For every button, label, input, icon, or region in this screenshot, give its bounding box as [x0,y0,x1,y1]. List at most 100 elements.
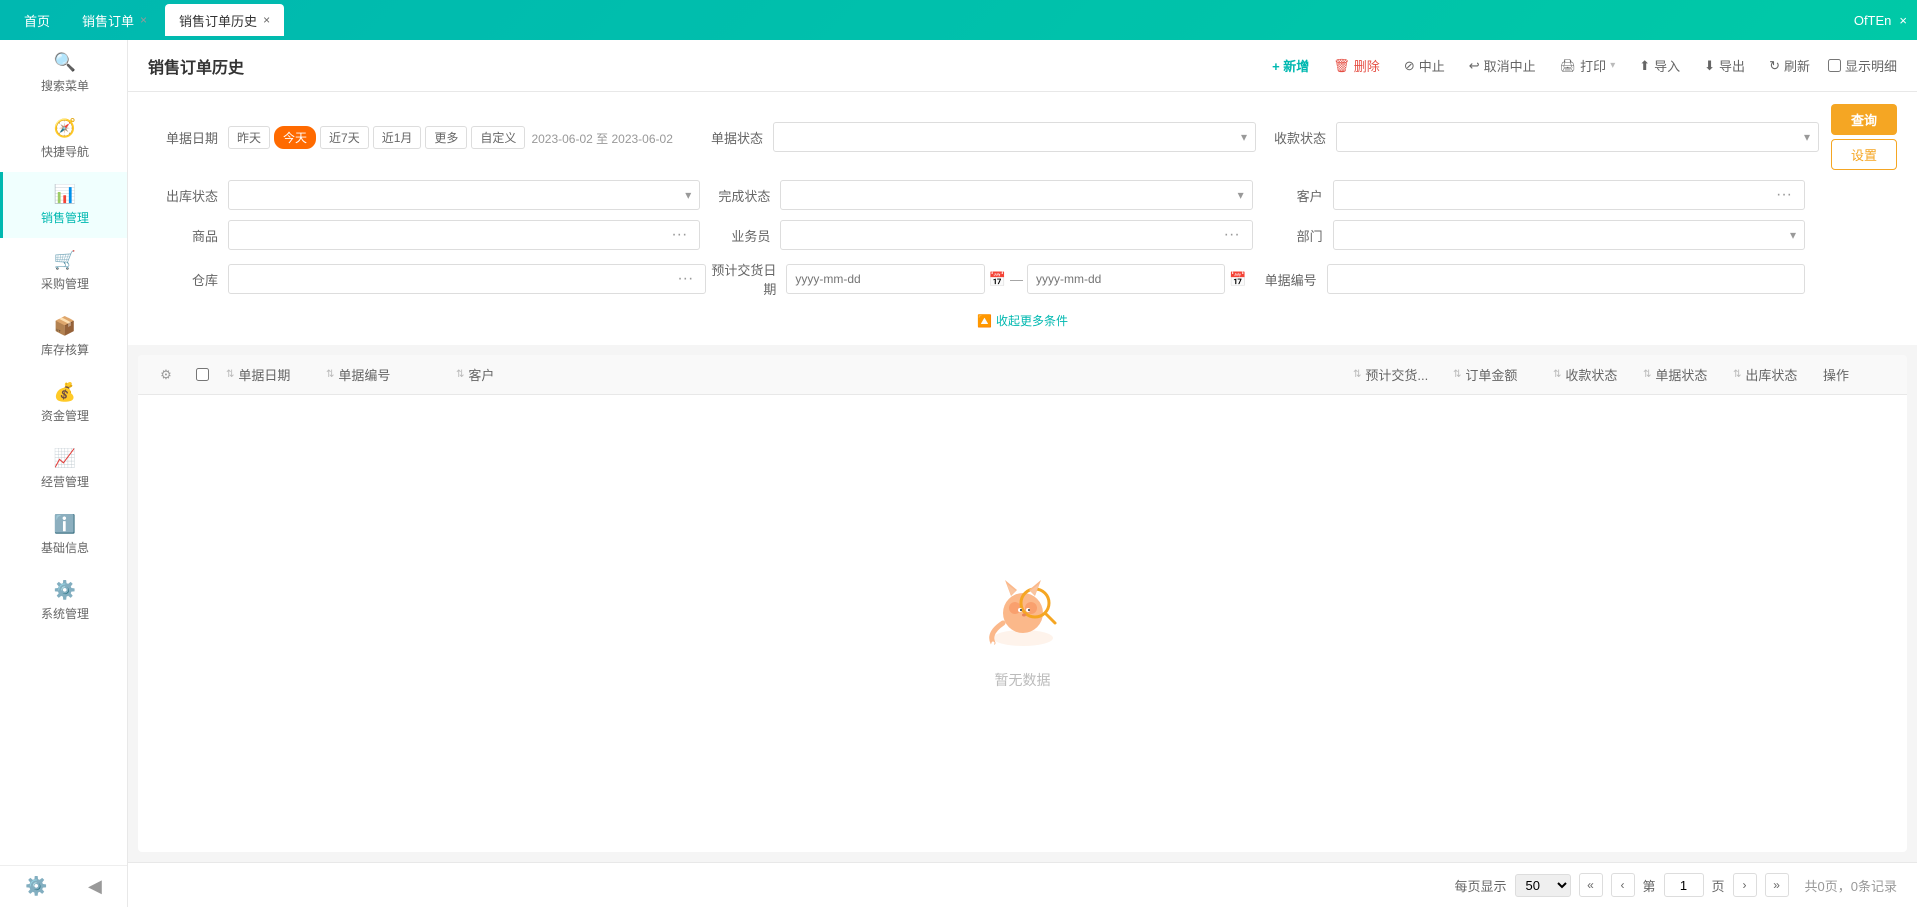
pagination-bar: 每页显示 50 10 20 100 « ‹ 第 页 › » 共0页，0条记录 [128,862,1917,907]
display-toggle-checkbox[interactable] [1828,59,1841,72]
prev-page-button[interactable]: ‹ [1611,873,1635,897]
import-button[interactable]: ⬆ 导入 [1633,52,1686,79]
export-button[interactable]: ⬇ 导出 [1698,52,1751,79]
cancel-stop-icon: ↩ [1469,58,1480,74]
sidebar-item-operations[interactable]: 📈 经营管理 [0,436,127,502]
sidebar-bottom: ⚙️ ◀ [0,865,127,907]
th-delivery[interactable]: ⇅ 预计交货... [1347,365,1447,384]
filter-row-3: 商品 ··· 业务员 ··· 部门 ▾ [148,220,1897,250]
sidebar-item-nav-label: 快捷导航 [41,143,89,160]
delivery-date-end-icon[interactable]: 📅 [1229,271,1246,288]
page-size-select[interactable]: 50 10 20 100 [1515,874,1571,897]
sidebar-item-inventory[interactable]: 📦 库存核算 [0,304,127,370]
sidebar-item-search[interactable]: 🔍 搜索菜单 [0,40,127,106]
out-status-select[interactable]: ▾ [228,180,700,210]
bill-num-input[interactable] [1327,264,1805,294]
date-btn-custom[interactable]: 自定义 [471,126,525,149]
warehouse-dots-icon[interactable]: ··· [673,270,697,288]
th-payment-status[interactable]: ⇅ 收款状态 [1547,365,1637,384]
close-sales-order-icon[interactable]: × [140,13,147,27]
topbar-close-icon[interactable]: × [1899,13,1907,28]
th-amount[interactable]: ⇅ 订单金额 [1447,365,1547,384]
set-button[interactable]: 设置 [1831,139,1897,170]
dept-label: 部门 [1253,226,1333,245]
date-value: 昨天 今天 近7天 近1月 更多 自定义 2023-06-02 至 2023-0… [228,126,693,149]
complete-status-chevron-icon: ▾ [1238,188,1244,202]
table-settings-icon[interactable]: ⚙ [148,367,184,383]
bill-status-select[interactable]: ▾ [773,122,1256,152]
salesman-select[interactable]: ··· [780,220,1252,250]
table-checkbox-all[interactable] [184,368,220,381]
dept-select[interactable]: ▾ [1333,220,1805,250]
sidebar-item-nav[interactable]: 🧭 快捷导航 [0,106,127,172]
date-range-display: 2023-06-02 至 2023-06-02 [531,130,672,147]
complete-status-select[interactable]: ▾ [780,180,1252,210]
date-btn-yesterday[interactable]: 昨天 [228,126,270,149]
tab-sales-order-history[interactable]: 销售订单历史 × [165,4,284,36]
refresh-button[interactable]: ↻ 刷新 [1763,52,1816,79]
salesman-dots-icon[interactable]: ··· [1220,226,1244,244]
th-bill-status[interactable]: ⇅ 单据状态 [1637,365,1727,384]
date-btn-more[interactable]: 更多 [425,126,467,149]
delivery-date-start[interactable] [786,264,984,294]
next-page-button[interactable]: › [1733,873,1757,897]
th-customer[interactable]: ⇅ 客户 [450,365,1347,384]
delivery-date-end[interactable] [1027,264,1225,294]
stop-button[interactable]: ⊘ 中止 [1398,52,1451,79]
collapse-sidebar-icon[interactable]: ◀ [88,876,102,897]
base-info-icon: ℹ️ [54,514,76,535]
table-header: ⚙ ⇅ 单据日期 ⇅ 单据编号 ⇅ 客户 ⇅ 预计交货. [138,355,1907,395]
th-date[interactable]: ⇅ 单据日期 [220,365,320,384]
customer-dots-icon[interactable]: ··· [1772,186,1796,204]
goods-select[interactable]: ··· [228,220,700,250]
sort-icon-customer: ⇅ [456,369,464,380]
sidebar-item-base-info[interactable]: ℹ️ 基础信息 [0,502,127,568]
sidebar-item-system[interactable]: ⚙️ 系统管理 [0,568,127,634]
select-all-checkbox[interactable] [196,368,209,381]
page-size-label: 每页显示 [1454,876,1506,895]
sidebar-item-sales[interactable]: 📊 销售管理 [0,172,127,238]
close-sales-order-history-icon[interactable]: × [263,13,270,27]
out-status-chevron-icon: ▾ [685,188,691,202]
first-page-button[interactable]: « [1579,873,1603,897]
page-label-post: 页 [1712,876,1725,895]
cancel-stop-button[interactable]: ↩ 取消中止 [1463,52,1542,79]
settings-bottom-icon[interactable]: ⚙️ [25,876,47,897]
sidebar-item-finance[interactable]: 💰 资金管理 [0,370,127,436]
sidebar-item-base-info-label: 基础信息 [41,539,89,556]
delete-button[interactable]: 🗑 删除 [1327,52,1386,79]
search-menu-icon: 🔍 [54,52,76,73]
refresh-icon: ↻ [1769,58,1780,74]
last-page-button[interactable]: » [1765,873,1789,897]
collapse-row[interactable]: 🔼 收起更多条件 [148,308,1897,333]
goods-label: 商品 [148,226,228,245]
delivery-date-label: 预计交货日期 [706,260,786,298]
tab-home[interactable]: 首页 [10,4,64,36]
tab-sales-order[interactable]: 销售订单 × [68,4,161,36]
delivery-date-start-icon[interactable]: 📅 [989,271,1006,288]
warehouse-select[interactable]: ··· [228,264,706,294]
payment-status-select[interactable]: ▾ [1336,122,1819,152]
new-button[interactable]: + 新增 [1266,52,1315,79]
th-bill-status-label: 单据状态 [1655,365,1707,384]
sidebar-item-operations-label: 经营管理 [41,473,89,490]
toolbar: + 新增 🗑 删除 ⊘ 中止 ↩ 取消中止 🖨 打 [1266,52,1897,79]
sort-icon-amount: ⇅ [1453,369,1461,380]
filter-area: 单据日期 昨天 今天 近7天 近1月 更多 自定义 2023-06-02 至 2… [128,92,1917,345]
date-btn-7days[interactable]: 近7天 [320,126,369,149]
display-toggle[interactable]: 显示明细 [1828,56,1897,75]
query-button[interactable]: 查询 [1831,104,1897,135]
th-out-status[interactable]: ⇅ 出库状态 [1727,365,1817,384]
sort-icon-date: ⇅ [226,369,234,380]
collapse-label: 收起更多条件 [996,312,1068,329]
date-btn-today[interactable]: 今天 [274,126,316,149]
th-bill-num[interactable]: ⇅ 单据编号 [320,365,450,384]
current-page-input[interactable] [1664,873,1704,897]
print-button[interactable]: 🖨 打印 ▾ [1554,52,1622,79]
dept-chevron-icon: ▾ [1790,228,1796,242]
sidebar-item-search-label: 搜索菜单 [41,77,89,94]
customer-select[interactable]: ··· [1333,180,1805,210]
goods-dots-icon[interactable]: ··· [667,226,691,244]
sidebar-item-purchase[interactable]: 🛒 采购管理 [0,238,127,304]
date-btn-1month[interactable]: 近1月 [373,126,422,149]
